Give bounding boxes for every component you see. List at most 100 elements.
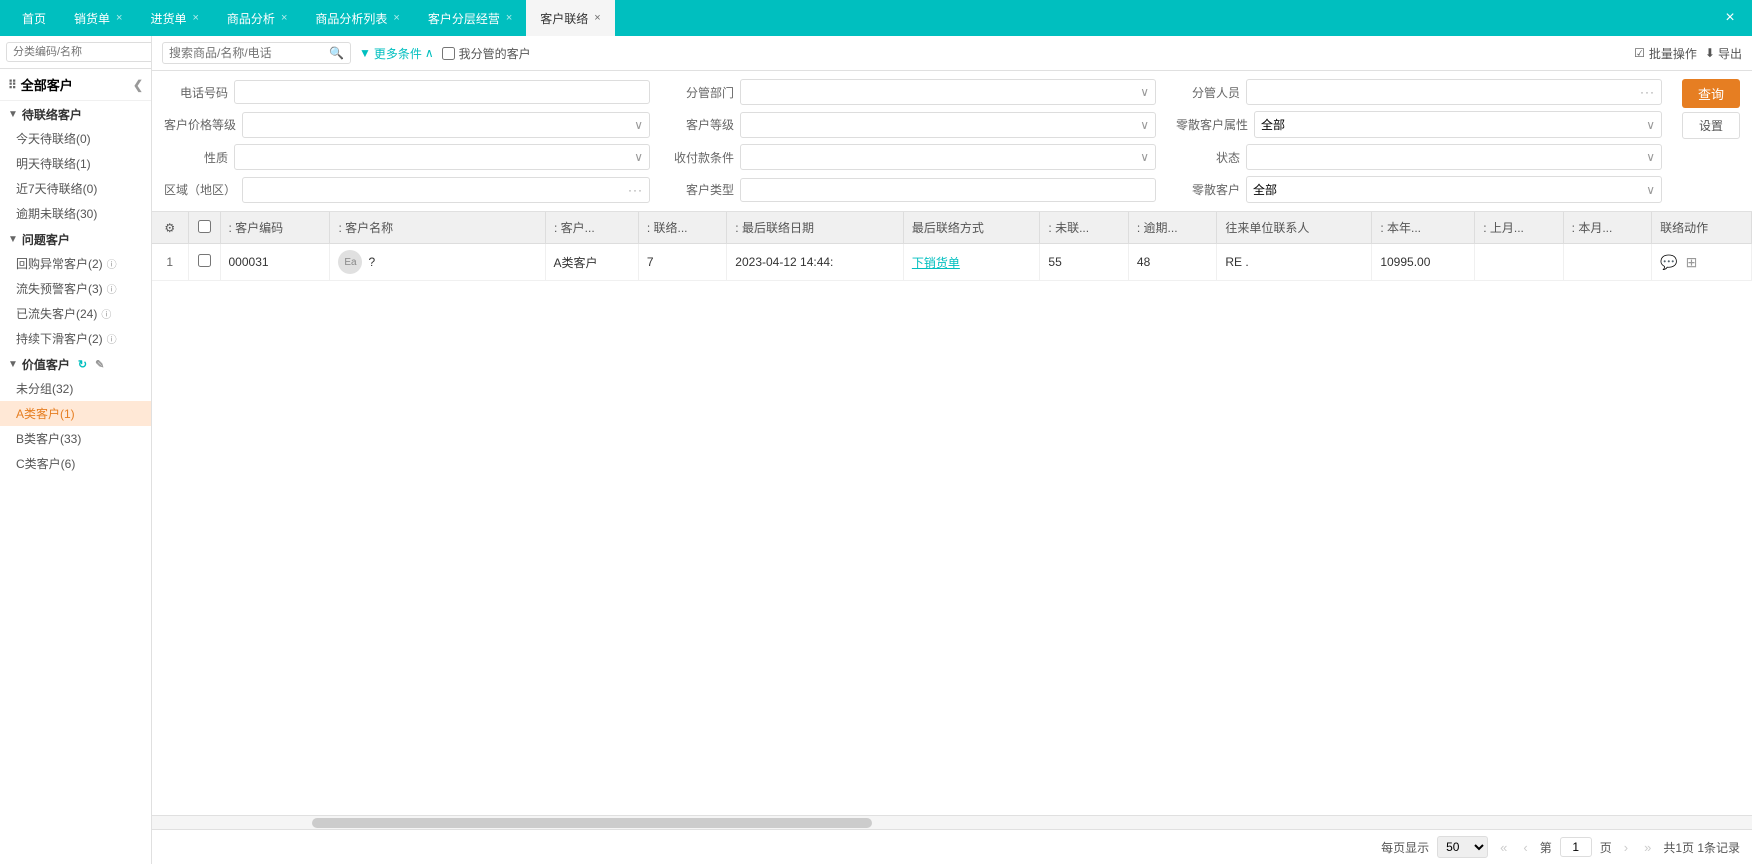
col-contact-person[interactable]: 往来单位联系人 [1217,212,1372,244]
customer-table: ⚙ : 客户编码 : 客户名称 [152,212,1752,281]
filter-field-price-level: 客户价格等级 ∨ [164,112,650,138]
filter-nature-select[interactable]: ∨ [234,144,650,170]
query-button[interactable]: 查询 [1682,79,1740,108]
nav-purchase-order[interactable]: 进货单 × [136,0,212,36]
info-icon-churn: ⓘ [107,281,117,296]
my-customers-checkbox[interactable] [442,47,455,60]
close-product-analysis-icon[interactable]: × [281,12,287,24]
nav-customer-segment[interactable]: 客户分层经营 × [414,0,526,36]
col-this-month[interactable]: : 本月... [1563,212,1651,244]
col-this-year[interactable]: : 本年... [1372,212,1475,244]
sidebar-item-churned[interactable]: 已流失客户(24) ⓘ [0,301,151,326]
sidebar-item-type-c[interactable]: C类客户(6) [0,451,151,476]
more-filter-button[interactable]: ▼ 更多条件 ∧ [359,45,434,62]
nav-product-analysis[interactable]: 商品分析 × [213,0,301,36]
close-purchase-order-icon[interactable]: × [192,12,198,24]
sidebar-item-type-a[interactable]: A类客户(1) [0,401,151,426]
filter-customer-type-input[interactable] [740,178,1156,202]
export-icon: ⬇ [1705,46,1715,60]
sidebar-item-tomorrow[interactable]: 明天待联络(1) [0,151,151,176]
col-name[interactable]: : 客户名称 [330,212,546,244]
filter-retail-select[interactable]: 全部 ∨ [1246,176,1662,203]
gear-icon[interactable]: ⚙ [164,221,175,235]
close-customer-segment-icon[interactable]: × [506,12,512,24]
filter-region-select[interactable]: ··· [242,177,650,203]
filter-payment-select[interactable]: ∨ [740,144,1156,170]
sidebar-collapse-icon[interactable]: ❮ [133,78,143,92]
cell-name: Ea ? [330,244,545,280]
search-input[interactable] [169,46,329,60]
close-sales-order-icon[interactable]: × [116,12,122,24]
sidebar-item-abnormal-repurchase[interactable]: 回购异常客户(2) ⓘ [0,251,151,276]
nav-home[interactable]: 首页 [8,0,60,36]
sidebar-item-type-b[interactable]: B类客户(33) [0,426,151,451]
last-page-button[interactable]: » [1640,838,1655,857]
sidebar-item-declining[interactable]: 持续下滑客户(2) ⓘ [0,326,151,351]
sidebar-item-overdue[interactable]: 逾期未联络(30) [0,201,151,226]
cell-last-month [1475,244,1563,281]
cell-checkbox[interactable] [188,244,220,281]
select-all-checkbox[interactable] [198,220,211,233]
sidebar-item-ungroup[interactable]: 未分组(32) [0,376,151,401]
filter-retail-attr-select[interactable]: 全部 ∨ [1254,111,1662,138]
message-icon[interactable]: 💬 [1660,254,1677,271]
dept-down-arrow-icon: ∨ [1140,85,1149,99]
filter-phone-input[interactable] [234,80,650,104]
scrollbar-thumb[interactable] [312,818,872,828]
row-checkbox[interactable] [198,254,211,267]
col-not-contacted[interactable]: : 未联... [1040,212,1128,244]
section-value-arrow: ▼ [8,359,18,370]
page-number-input[interactable] [1560,837,1592,857]
filter-person-select[interactable]: ··· [1246,79,1662,105]
page-size-select[interactable]: 50 100 200 [1437,836,1488,858]
nav-sales-order[interactable]: 销货单 × [60,0,136,36]
sidebar-item-7days[interactable]: 近7天待联络(0) [0,176,151,201]
col-code[interactable]: : 客户编码 [220,212,330,244]
sidebar-item-today[interactable]: 今天待联络(0) [0,126,151,151]
col-checkbox[interactable] [188,212,220,244]
batch-operation-button[interactable]: ☑ 批量操作 [1634,45,1697,62]
close-customer-contact-icon[interactable]: × [594,12,600,24]
retail-attr-down-arrow-icon: ∨ [1646,118,1655,132]
cell-not-contacted: 55 [1040,244,1128,281]
col-action: 联络动作 [1652,212,1752,244]
filter-field-region: 区域（地区） ··· [164,177,650,203]
prev-page-button[interactable]: ‹ [1519,838,1531,857]
close-all-button[interactable]: × [1716,4,1744,32]
search-icon: 🔍 [329,46,344,60]
export-button[interactable]: ⬇ 导出 [1705,45,1742,62]
cell-last-method[interactable]: 下销货单 [903,244,1040,281]
col-gear[interactable]: ⚙ [152,212,188,244]
filter-price-level-select[interactable]: ∨ [242,112,650,138]
horizontal-scrollbar[interactable] [152,815,1752,829]
sidebar-search-input[interactable] [6,42,152,62]
info-icon-repurchase: ⓘ [107,256,117,271]
first-page-button[interactable]: « [1496,838,1511,857]
last-method-link[interactable]: 下销货单 [912,256,960,270]
cell-this-year: 10995.00 [1372,244,1475,281]
sidebar-all-customers-header: ⠿ 全部客户 ❮ [0,69,151,101]
cell-code: 000031 [220,244,330,281]
my-customers-checkbox-label[interactable]: 我分管的客户 [442,45,531,62]
filter-status-select[interactable]: ∨ [1246,144,1662,170]
region-dots-icon: ··· [628,183,643,197]
col-last-month[interactable]: : 上月... [1475,212,1563,244]
col-overdue[interactable]: : 逾期... [1128,212,1216,244]
next-page-button[interactable]: › [1620,838,1632,857]
filter-customer-level-select[interactable]: ∨ [740,112,1156,138]
col-type[interactable]: : 客户... [546,212,639,244]
nav-customer-contact[interactable]: 客户联络 × [526,0,614,36]
nav-product-analysis-list[interactable]: 商品分析列表 × [301,0,413,36]
col-last-method[interactable]: 最后联络方式 [903,212,1040,244]
value-edit-icon[interactable]: ✎ [95,358,104,371]
nature-down-arrow-icon: ∨ [634,150,643,164]
value-refresh-icon[interactable]: ↻ [78,358,87,371]
col-last-date[interactable]: : 最后联络日期 [727,212,904,244]
cell-contact-count: 7 [638,244,726,281]
grid-action-icon[interactable]: ⊞ [1686,254,1698,271]
sidebar-item-churn-warning[interactable]: 流失预警客户(3) ⓘ [0,276,151,301]
close-product-analysis-list-icon[interactable]: × [393,12,399,24]
filter-dept-select[interactable]: ∨ [740,79,1156,105]
col-contact[interactable]: : 联络... [638,212,726,244]
settings-button[interactable]: 设置 [1682,112,1740,139]
